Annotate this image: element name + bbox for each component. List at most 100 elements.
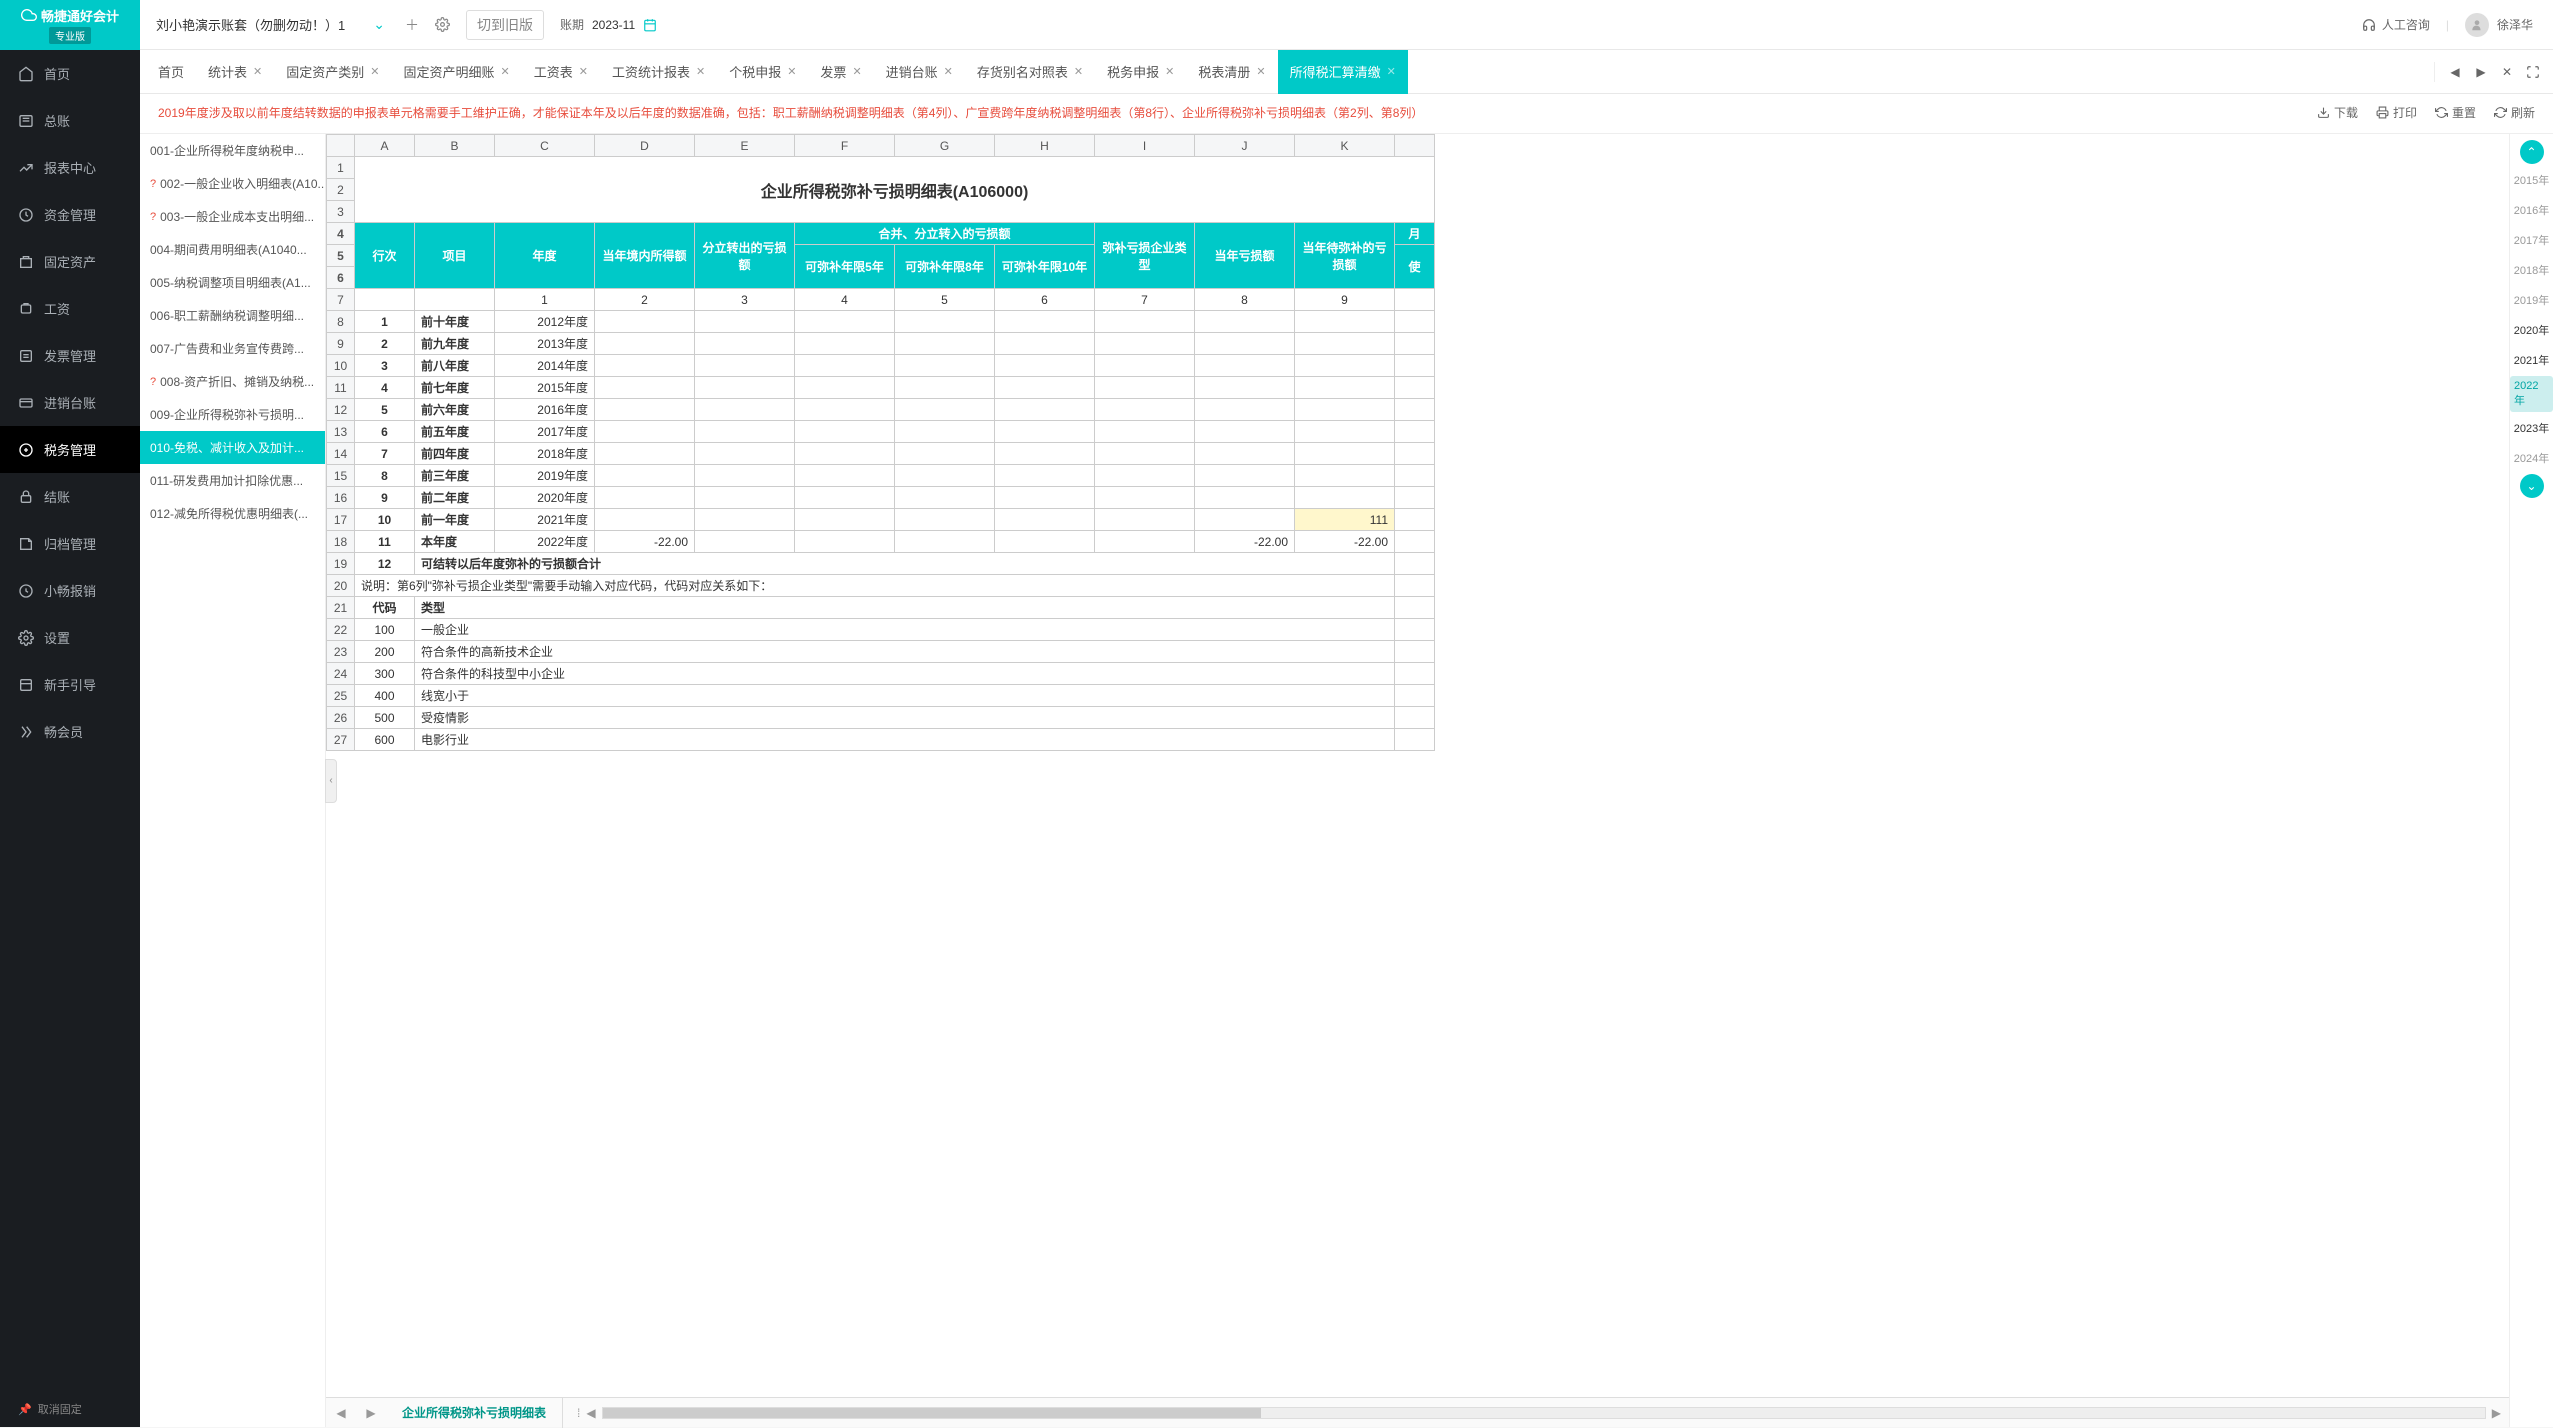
data-cell[interactable]: 5 bbox=[895, 289, 995, 311]
data-cell[interactable] bbox=[1195, 311, 1295, 333]
data-cell[interactable]: 400 bbox=[355, 685, 415, 707]
sheet-next-button[interactable]: ▶ bbox=[362, 1406, 379, 1420]
data-cell[interactable] bbox=[1095, 509, 1195, 531]
data-cell[interactable] bbox=[595, 399, 695, 421]
data-cell[interactable]: 2019年度 bbox=[495, 465, 595, 487]
horizontal-scrollbar[interactable]: ⁞ ◀ ▶ bbox=[563, 1406, 2509, 1420]
data-cell[interactable]: 可结转以后年度弥补的亏损额合计 bbox=[415, 553, 1395, 575]
sidebar-item[interactable]: 总账 bbox=[0, 97, 140, 144]
data-cell[interactable] bbox=[895, 465, 995, 487]
data-cell[interactable] bbox=[1395, 487, 1435, 509]
data-cell[interactable]: 前四年度 bbox=[415, 443, 495, 465]
data-cell[interactable] bbox=[695, 487, 795, 509]
data-cell[interactable] bbox=[1195, 509, 1295, 531]
data-cell[interactable]: 1 bbox=[355, 311, 415, 333]
data-cell[interactable] bbox=[1195, 399, 1295, 421]
data-cell[interactable]: 5 bbox=[355, 399, 415, 421]
close-icon[interactable]: ✕ bbox=[501, 65, 510, 78]
data-cell[interactable] bbox=[995, 377, 1095, 399]
data-cell[interactable] bbox=[1295, 421, 1395, 443]
form-list-item[interactable]: 010-免税、减计收入及加计... bbox=[140, 431, 325, 464]
data-cell[interactable] bbox=[595, 465, 695, 487]
data-cell[interactable]: 4 bbox=[355, 377, 415, 399]
form-list-item[interactable]: ?003-一般企业成本支出明细... bbox=[140, 200, 325, 233]
row-header[interactable]: 8 bbox=[327, 311, 355, 333]
data-cell[interactable]: 11 bbox=[355, 531, 415, 553]
plus-icon[interactable]: ＋ bbox=[405, 15, 419, 35]
data-cell[interactable]: 2016年度 bbox=[495, 399, 595, 421]
data-cell[interactable]: 2018年度 bbox=[495, 443, 595, 465]
close-icon[interactable]: ✕ bbox=[253, 65, 262, 78]
form-list-item[interactable]: 005-纳税调整项目明细表(A1... bbox=[140, 266, 325, 299]
data-cell[interactable]: 2021年度 bbox=[495, 509, 595, 531]
data-cell[interactable] bbox=[795, 377, 895, 399]
data-cell[interactable] bbox=[1295, 377, 1395, 399]
data-cell[interactable]: 前八年度 bbox=[415, 355, 495, 377]
data-cell[interactable] bbox=[1395, 311, 1435, 333]
data-cell[interactable] bbox=[895, 399, 995, 421]
data-cell[interactable] bbox=[1295, 311, 1395, 333]
old-version-button[interactable]: 切到旧版 bbox=[466, 10, 544, 40]
sidebar-item[interactable]: 新手引导 bbox=[0, 661, 140, 708]
data-cell[interactable] bbox=[695, 377, 795, 399]
data-cell[interactable]: 9 bbox=[1295, 289, 1395, 311]
data-cell[interactable] bbox=[1395, 333, 1435, 355]
select-all-cell[interactable] bbox=[327, 135, 355, 157]
tab-next-button[interactable]: ▶ bbox=[2471, 62, 2491, 82]
data-cell[interactable] bbox=[995, 421, 1095, 443]
year-item[interactable]: 2021年 bbox=[2512, 346, 2551, 374]
row-header[interactable]: 1 bbox=[327, 157, 355, 179]
data-cell[interactable] bbox=[1395, 575, 1435, 597]
data-cell[interactable]: 8 bbox=[355, 465, 415, 487]
data-cell[interactable]: 10 bbox=[355, 509, 415, 531]
data-cell[interactable]: 3 bbox=[695, 289, 795, 311]
data-cell[interactable]: 受疫情影 bbox=[415, 707, 1395, 729]
data-cell[interactable]: 12 bbox=[355, 553, 415, 575]
tab[interactable]: 存货别名对照表✕ bbox=[965, 50, 1095, 94]
data-cell[interactable] bbox=[1295, 355, 1395, 377]
tab[interactable]: 个税申报✕ bbox=[717, 50, 808, 94]
data-cell[interactable] bbox=[1195, 421, 1295, 443]
data-cell[interactable]: 3 bbox=[355, 355, 415, 377]
data-cell[interactable] bbox=[1195, 355, 1295, 377]
row-header[interactable]: 27 bbox=[327, 729, 355, 751]
close-icon[interactable]: ✕ bbox=[579, 65, 588, 78]
data-cell[interactable] bbox=[695, 333, 795, 355]
data-cell[interactable] bbox=[695, 465, 795, 487]
data-cell[interactable]: 2012年度 bbox=[495, 311, 595, 333]
data-cell[interactable] bbox=[1095, 531, 1195, 553]
data-cell[interactable] bbox=[995, 333, 1095, 355]
sidebar-item[interactable]: 畅会员 bbox=[0, 708, 140, 755]
year-item[interactable]: 2020年 bbox=[2512, 316, 2551, 344]
gear-icon[interactable] bbox=[435, 17, 450, 32]
data-cell[interactable] bbox=[1395, 465, 1435, 487]
data-cell[interactable] bbox=[995, 355, 1095, 377]
row-header[interactable]: 4 bbox=[327, 223, 355, 245]
data-cell[interactable] bbox=[1295, 333, 1395, 355]
row-header[interactable]: 15 bbox=[327, 465, 355, 487]
data-cell[interactable] bbox=[795, 465, 895, 487]
data-cell[interactable] bbox=[795, 443, 895, 465]
data-cell[interactable] bbox=[1095, 355, 1195, 377]
form-list-item[interactable]: ?002-一般企业收入明细表(A10... bbox=[140, 167, 325, 200]
tab[interactable]: 首页 bbox=[146, 50, 196, 94]
data-cell[interactable] bbox=[595, 421, 695, 443]
data-cell[interactable] bbox=[595, 333, 695, 355]
form-list-item[interactable]: 012-减免所得税优惠明细表(... bbox=[140, 497, 325, 530]
data-cell[interactable] bbox=[795, 487, 895, 509]
data-cell[interactable]: 2013年度 bbox=[495, 333, 595, 355]
sidebar-item[interactable]: 工资 bbox=[0, 285, 140, 332]
data-cell[interactable]: 前十年度 bbox=[415, 311, 495, 333]
col-header[interactable]: C bbox=[495, 135, 595, 157]
form-list-item[interactable]: ?008-资产折旧、摊销及纳税... bbox=[140, 365, 325, 398]
data-cell[interactable] bbox=[1095, 377, 1195, 399]
col-header[interactable]: K bbox=[1295, 135, 1395, 157]
data-cell[interactable] bbox=[895, 531, 995, 553]
sidebar-item[interactable]: 设置 bbox=[0, 614, 140, 661]
row-header[interactable]: 21 bbox=[327, 597, 355, 619]
data-cell[interactable]: 4 bbox=[795, 289, 895, 311]
data-cell[interactable] bbox=[1195, 377, 1295, 399]
sidebar-item[interactable]: 进销台账 bbox=[0, 379, 140, 426]
collapse-forms-handle[interactable]: ‹ bbox=[325, 759, 337, 803]
data-cell[interactable] bbox=[355, 289, 415, 311]
